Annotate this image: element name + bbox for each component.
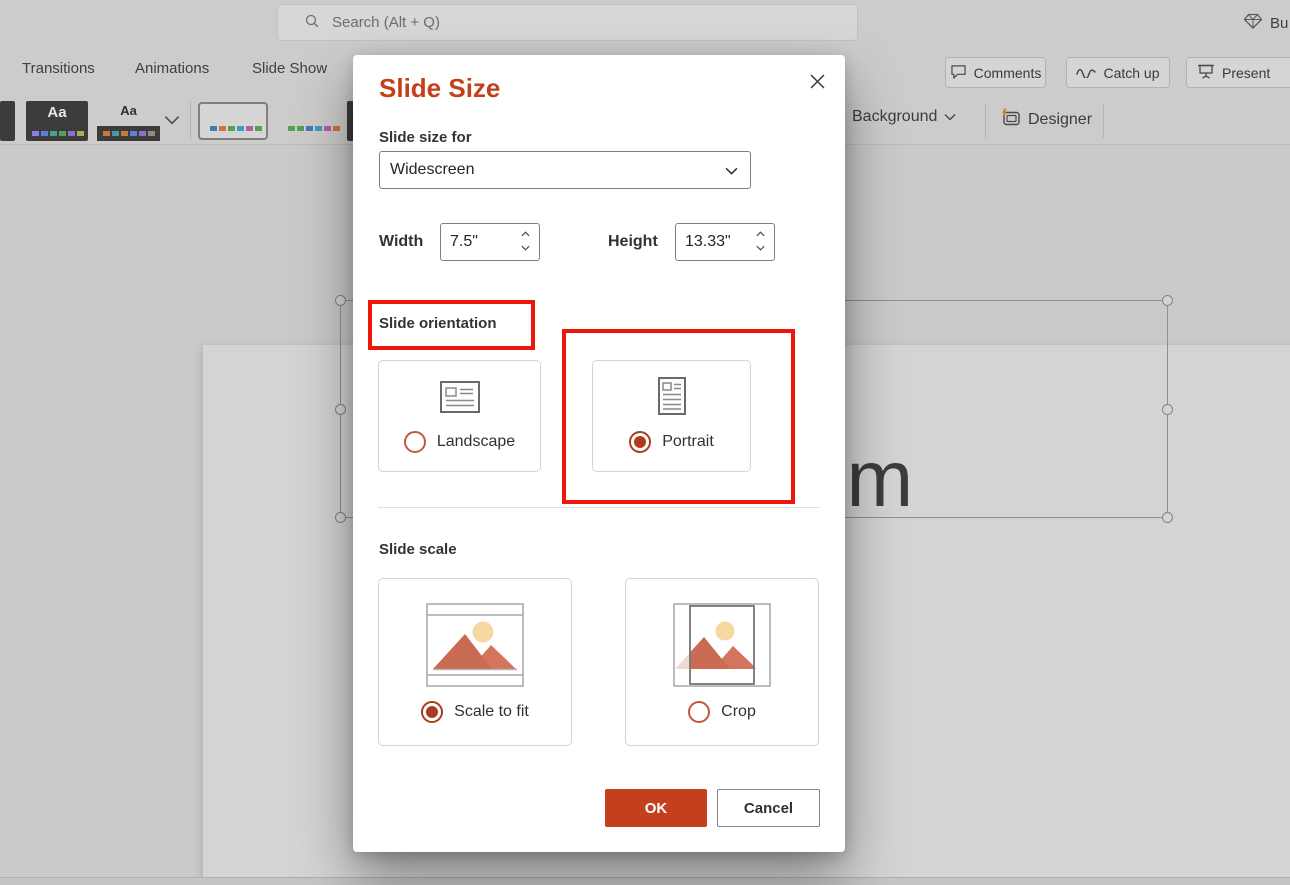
slide-scale-label: Slide scale: [379, 541, 457, 558]
spinner-down-icon: [756, 245, 765, 251]
tab-slide-show[interactable]: Slide Show: [252, 60, 327, 77]
scale-to-fit-image-icon: [379, 603, 571, 687]
selection-handle-top-right[interactable]: [1162, 295, 1173, 306]
close-icon[interactable]: [807, 71, 827, 91]
crop-image-icon: [626, 603, 818, 687]
spinner-up-icon: [521, 231, 530, 237]
catch-up-button[interactable]: Catch up: [1066, 57, 1170, 88]
comments-icon: [950, 64, 967, 82]
comments-button[interactable]: Comments: [945, 57, 1046, 88]
ribbon-group-divider: [1103, 104, 1104, 138]
width-value: 7.5": [450, 233, 478, 250]
spinner-down-icon: [521, 245, 530, 251]
gem-icon: [1243, 12, 1263, 34]
variant-color-swatches: [288, 126, 340, 131]
present-button[interactable]: Present: [1186, 57, 1290, 88]
selection-handle-bottom-right[interactable]: [1162, 512, 1173, 523]
annotation-box-orientation-label: [368, 300, 535, 350]
top-bar: Search (Alt + Q) Bu: [0, 0, 1290, 50]
designer-icon: [1000, 108, 1021, 132]
width-stepper[interactable]: 7.5": [440, 223, 540, 261]
scale-to-fit-label: Scale to fit: [454, 703, 529, 720]
search-input[interactable]: Search (Alt + Q): [277, 4, 858, 41]
variant-thumbnail-selected[interactable]: [198, 102, 268, 140]
landscape-label: Landscape: [436, 433, 516, 450]
designer-label: Designer: [1028, 111, 1093, 128]
status-bar: [0, 877, 1290, 885]
landscape-document-icon: [379, 381, 540, 413]
comments-label: Comments: [973, 64, 1042, 81]
width-label: Width: [379, 233, 424, 250]
chevron-down-icon: [725, 167, 738, 175]
catch-up-label: Catch up: [1103, 64, 1160, 81]
theme-sample-text: Aa: [47, 104, 67, 121]
crop-label: Crop: [721, 703, 756, 720]
scale-to-fit-radio[interactable]: [421, 701, 444, 723]
variant-color-swatches: [210, 126, 262, 131]
crop-radio[interactable]: [688, 701, 711, 723]
chevron-down-icon: [944, 108, 956, 126]
background-label: Background: [852, 108, 938, 125]
theme-thumbnail-1[interactable]: Aa: [26, 101, 88, 141]
height-label: Height: [608, 233, 658, 250]
theme-thumbnail-partial[interactable]: [0, 101, 15, 141]
themes-gallery-chevron-icon[interactable]: [164, 112, 180, 130]
upgrade-label: Bu: [1270, 14, 1289, 32]
selection-handle-top-left[interactable]: [335, 295, 346, 306]
present-icon: [1197, 63, 1215, 82]
upgrade-button[interactable]: Bu: [1243, 12, 1288, 34]
selection-handle-mid-left[interactable]: [335, 404, 346, 415]
variant-thumbnail-2[interactable]: [278, 104, 345, 138]
landscape-option-card[interactable]: Landscape: [378, 360, 541, 472]
ok-button[interactable]: OK: [605, 789, 707, 827]
scale-to-fit-option-card[interactable]: Scale to fit: [378, 578, 572, 746]
landscape-radio[interactable]: [403, 431, 426, 453]
theme-color-swatches: [103, 131, 155, 136]
present-label: Present: [1222, 64, 1271, 81]
selection-handle-bottom-left[interactable]: [335, 512, 346, 523]
slide-size-for-value: Widescreen: [390, 161, 475, 178]
search-placeholder: Search (Alt + Q): [332, 14, 440, 31]
annotation-box-portrait-card: [562, 329, 795, 504]
spinner-up-icon: [756, 231, 765, 237]
background-dropdown[interactable]: Background: [852, 108, 956, 126]
ribbon-group-divider: [985, 104, 986, 138]
slide-size-for-select[interactable]: Widescreen: [379, 151, 751, 189]
tab-transitions[interactable]: Transitions: [22, 60, 95, 77]
section-divider: [378, 507, 820, 508]
theme-thumbnail-2[interactable]: Aa: [97, 101, 160, 141]
selection-handle-mid-right[interactable]: [1162, 404, 1173, 415]
catch-up-icon: [1076, 65, 1097, 81]
search-icon: [304, 13, 320, 33]
theme-color-swatches: [32, 131, 84, 136]
dialog-title: Slide Size: [379, 73, 501, 103]
theme-sample-text: Aa: [120, 103, 137, 118]
height-stepper[interactable]: 13.33": [675, 223, 775, 261]
designer-button[interactable]: Designer: [1000, 108, 1092, 132]
slide-size-for-label: Slide size for: [379, 129, 472, 146]
tab-animations[interactable]: Animations: [135, 60, 209, 77]
cancel-button[interactable]: Cancel: [717, 789, 820, 827]
height-value: 13.33": [685, 233, 731, 250]
crop-option-card[interactable]: Crop: [625, 578, 819, 746]
gallery-divider: [190, 102, 191, 140]
